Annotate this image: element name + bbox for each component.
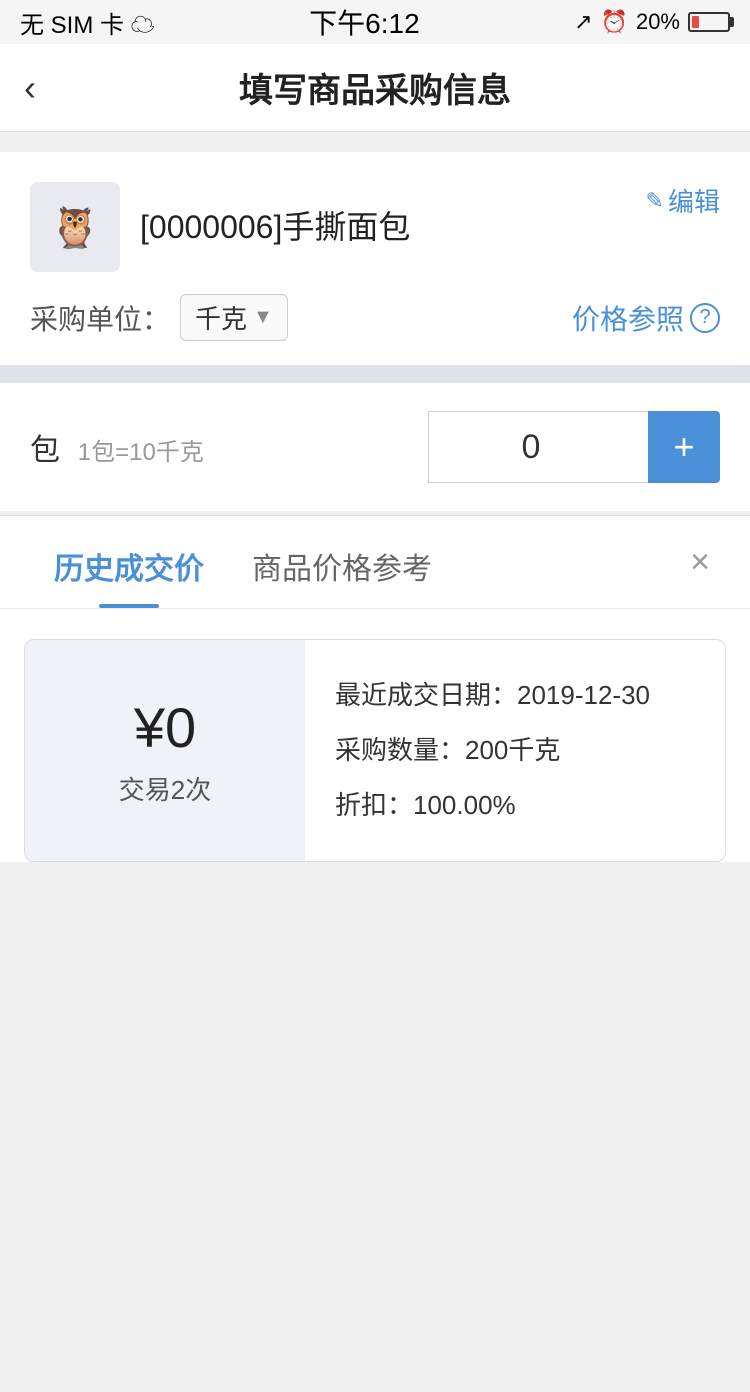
tx-date-value: 2019-12-30 xyxy=(517,680,650,710)
quantity-row: 包 1包=10千克 + xyxy=(0,383,750,511)
tx-qty-label: 采购数量： xyxy=(335,735,465,765)
product-image: 🦉 xyxy=(30,182,120,272)
location-icon: ↗ xyxy=(574,9,592,35)
unit-label: 采购单位： xyxy=(30,298,170,338)
tab-product-price-ref[interactable]: 商品价格参考 xyxy=(228,516,456,608)
close-panel-button[interactable]: × xyxy=(680,523,720,602)
battery-pct: 20% xyxy=(636,9,680,35)
tab-history-price[interactable]: 历史成交价 xyxy=(30,516,228,608)
sim-status: 无 SIM 卡 ☁ xyxy=(20,5,155,40)
product-owl-icon: 🦉 xyxy=(50,204,100,251)
bottom-area xyxy=(0,892,750,1392)
tx-date-label: 最近成交日期： xyxy=(335,680,517,710)
qty-input[interactable] xyxy=(428,411,648,483)
chevron-down-icon: ▼ xyxy=(253,306,273,329)
qty-unit: 包 xyxy=(30,434,60,467)
unit-select[interactable]: 千克 ▼ xyxy=(180,294,288,341)
tx-qty-value: 200千克 xyxy=(465,735,560,765)
plus-icon: + xyxy=(673,426,694,468)
back-button[interactable]: ‹ xyxy=(24,67,36,109)
alarm-icon: ⏰ xyxy=(601,9,628,35)
price-reference-panel: 历史成交价 商品价格参考 × ¥0 交易2次 最近成交日期：2019-12-30… xyxy=(0,515,750,862)
price-ref-label: 价格参照 xyxy=(572,298,684,338)
qty-hint: 1包=10千克 xyxy=(78,439,204,466)
tx-price: ¥0 xyxy=(134,695,196,760)
qty-plus-button[interactable]: + xyxy=(648,411,720,483)
status-time: 下午6:12 xyxy=(309,2,420,42)
qty-controls: + xyxy=(428,411,720,483)
tx-discount-value: 100.00% xyxy=(413,790,516,820)
tx-details: 最近成交日期：2019-12-30 采购数量：200千克 折扣：100.00% xyxy=(305,640,725,861)
product-card: 🦉 [0000006]手撕面包 ✎ 编辑 采购单位： 千克 ▼ 价格参照 ? xyxy=(0,152,750,365)
page-title: 填写商品采购信息 xyxy=(239,63,511,112)
tabs-list: 历史成交价 商品价格参考 xyxy=(30,516,456,608)
product-name: [0000006]手撕面包 xyxy=(140,202,410,248)
edit-icon: ✎ xyxy=(646,188,664,214)
help-icon: ? xyxy=(690,303,720,333)
status-bar: 无 SIM 卡 ☁ 下午6:12 ↗ ⏰ 20% xyxy=(0,0,750,44)
tx-qty-row: 采购数量：200千克 xyxy=(335,731,695,770)
nav-bar: ‹ 填写商品采购信息 xyxy=(0,44,750,132)
status-right: ↗ ⏰ 20% xyxy=(574,9,730,35)
status-left: 无 SIM 卡 ☁ xyxy=(20,5,155,40)
tx-count: 交易2次 xyxy=(119,770,211,807)
tx-discount-row: 折扣：100.00% xyxy=(335,786,695,825)
tabs-bar: 历史成交价 商品价格参考 × xyxy=(0,516,750,609)
tx-summary: ¥0 交易2次 xyxy=(25,640,305,861)
section-divider xyxy=(0,365,750,383)
transaction-card: ¥0 交易2次 最近成交日期：2019-12-30 采购数量：200千克 折扣：… xyxy=(24,639,726,862)
unit-value: 千克 xyxy=(195,299,247,336)
edit-button[interactable]: ✎ 编辑 xyxy=(646,182,720,219)
battery-icon xyxy=(688,12,730,32)
tx-discount-label: 折扣： xyxy=(335,790,413,820)
price-ref-button[interactable]: 价格参照 ? xyxy=(572,298,720,338)
tx-date-row: 最近成交日期：2019-12-30 xyxy=(335,676,695,715)
